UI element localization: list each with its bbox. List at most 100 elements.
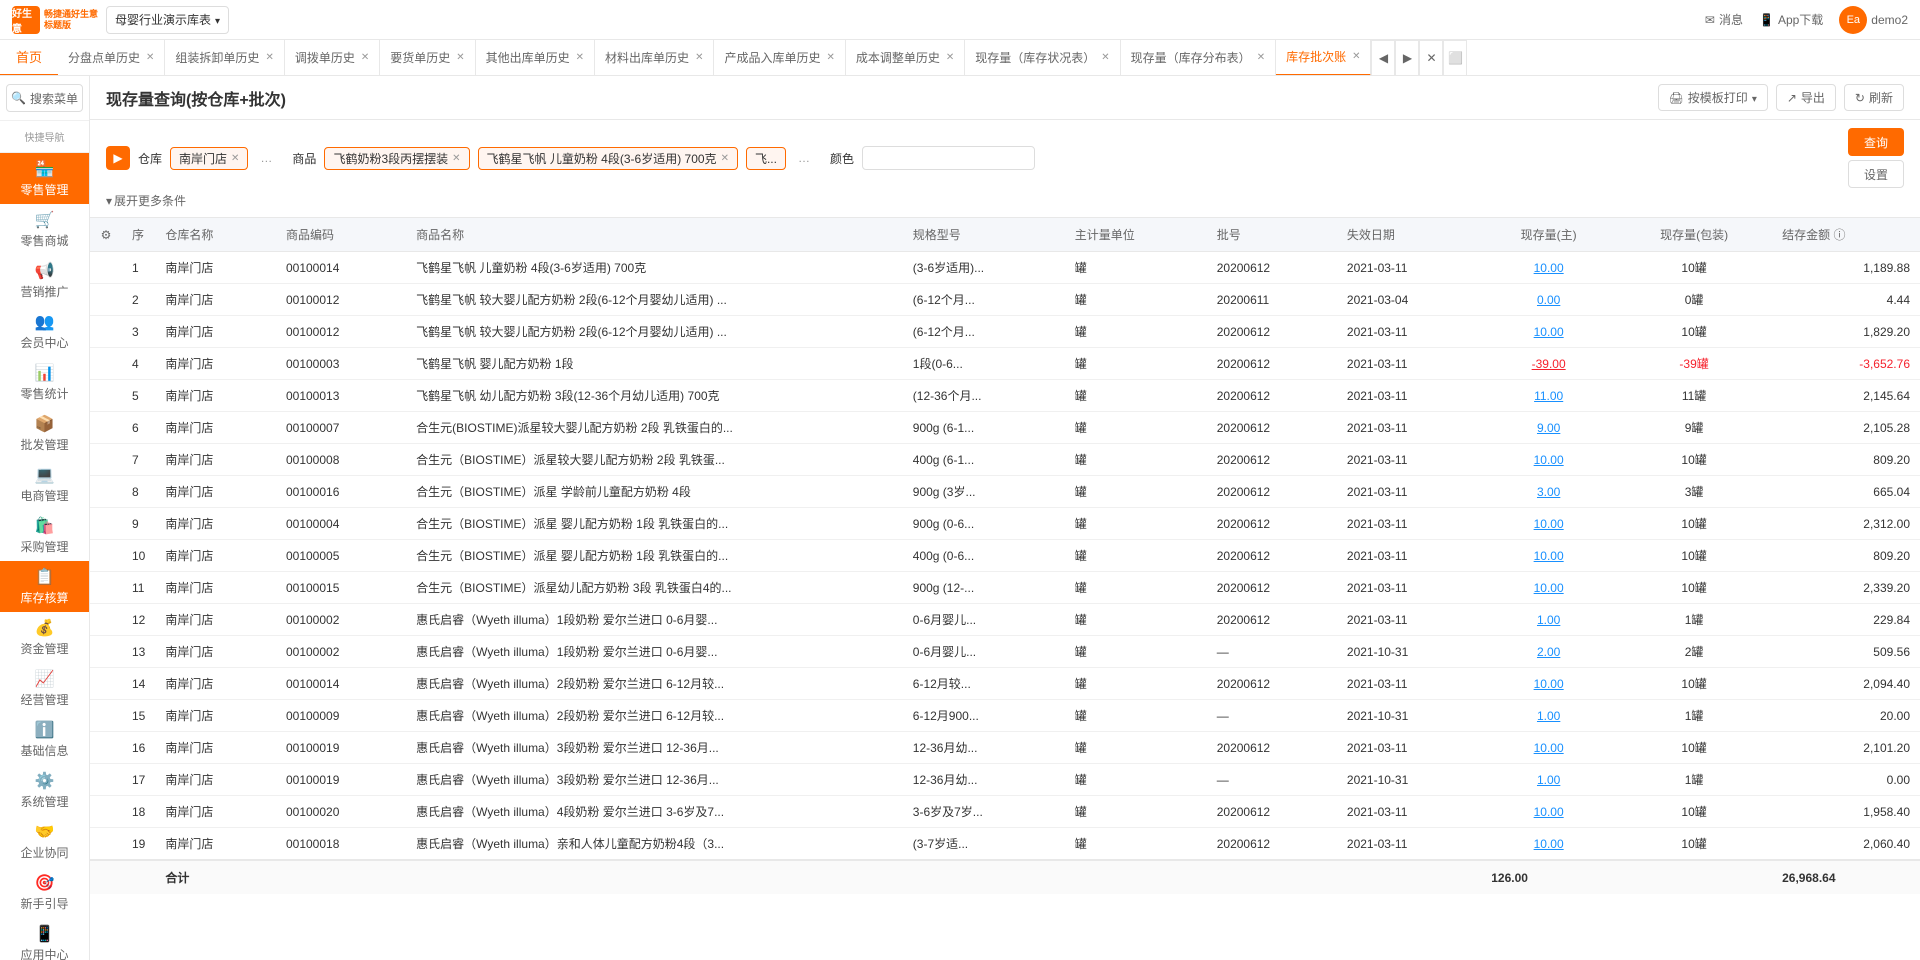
tab-prev-btn[interactable]: ◀ bbox=[1371, 40, 1395, 76]
tab-close-icon[interactable]: ✕ bbox=[265, 52, 273, 63]
tab-close-icon[interactable]: ✕ bbox=[146, 52, 154, 63]
sidebar-item-purchase[interactable]: 🛍️ 采购管理 bbox=[0, 510, 89, 561]
tab-close-icon[interactable]: ✕ bbox=[1352, 51, 1360, 62]
tab-item-diaopo[interactable]: 调拨单历史 ✕ bbox=[285, 40, 380, 76]
row-warehouse: 南岸门店 bbox=[155, 444, 276, 476]
row-qty-main[interactable]: 10.00 bbox=[1481, 444, 1616, 476]
row-qty-main[interactable]: 0.00 bbox=[1481, 284, 1616, 316]
tab-label: 产成品入库单历史 bbox=[724, 49, 820, 66]
row-qty-main[interactable]: 10.00 bbox=[1481, 732, 1616, 764]
sidebar-item-collab[interactable]: 🤝 企业协同 bbox=[0, 816, 89, 867]
message-btn[interactable]: ✉ 消息 bbox=[1705, 11, 1743, 28]
row-settings-cell bbox=[90, 700, 122, 732]
user-area[interactable]: Ea demo2 bbox=[1839, 6, 1908, 34]
tab-close-icon[interactable]: ✕ bbox=[695, 52, 703, 63]
row-qty-main[interactable]: -39.00 bbox=[1481, 348, 1616, 380]
refresh-btn[interactable]: ↻ 刷新 bbox=[1844, 84, 1904, 111]
row-qty-main[interactable]: 9.00 bbox=[1481, 412, 1616, 444]
tab-close-icon[interactable]: ✕ bbox=[456, 52, 464, 63]
row-qty-main[interactable]: 1.00 bbox=[1481, 700, 1616, 732]
export-btn[interactable]: ↗ 导出 bbox=[1776, 84, 1836, 111]
tab-item-zuzhuang[interactable]: 组装拆卸单历史 ✕ bbox=[165, 40, 284, 76]
sidebar-item-marketing[interactable]: 📢 营销推广 bbox=[0, 255, 89, 306]
settings-icon[interactable]: ⚙ bbox=[101, 228, 112, 242]
tab-item-xiancun-fenbu[interactable]: 现存量（库存分布表） ✕ bbox=[1121, 40, 1276, 76]
row-qty-main[interactable]: 3.00 bbox=[1481, 476, 1616, 508]
tab-close-current-btn[interactable]: ✕ bbox=[1419, 40, 1443, 76]
row-unit: 罐 bbox=[1065, 636, 1207, 668]
sidebar-item-inventory[interactable]: 📋 库存核算 bbox=[0, 561, 89, 612]
sidebar-item-ecommerce[interactable]: 💻 电商管理 bbox=[0, 459, 89, 510]
row-qty-main[interactable]: 10.00 bbox=[1481, 668, 1616, 700]
warehouse-tag-close-icon[interactable]: ✕ bbox=[231, 153, 239, 164]
setting-btn[interactable]: 设置 bbox=[1848, 160, 1904, 188]
color-input[interactable] bbox=[862, 146, 1035, 170]
tab-close-icon[interactable]: ✕ bbox=[361, 52, 369, 63]
row-qty-main[interactable]: 2.00 bbox=[1481, 636, 1616, 668]
sidebar-item-wholesale[interactable]: 📦 批发管理 bbox=[0, 408, 89, 459]
tab-close-icon[interactable]: ✕ bbox=[826, 52, 834, 63]
print-icon: 🖨 bbox=[1669, 91, 1684, 105]
template-print-btn[interactable]: 🖨 按模板打印 bbox=[1658, 84, 1768, 111]
row-qty-pack: 1罐 bbox=[1616, 604, 1772, 636]
product-filter-tag-1[interactable]: 飞鹤奶粉3段丙摆摆装 ✕ bbox=[324, 147, 469, 170]
company-selector[interactable]: 母婴行业演示库表 bbox=[106, 6, 229, 34]
row-settings-cell bbox=[90, 732, 122, 764]
tab-next-btn[interactable]: ▶ bbox=[1395, 40, 1419, 76]
sidebar-item-member[interactable]: 👥 会员中心 bbox=[0, 306, 89, 357]
row-qty-main[interactable]: 10.00 bbox=[1481, 508, 1616, 540]
row-qty-main[interactable]: 10.00 bbox=[1481, 572, 1616, 604]
sidebar-item-newguide[interactable]: 🎯 新手引导 bbox=[0, 867, 89, 918]
tab-home[interactable]: 首页 bbox=[0, 40, 58, 76]
row-no: 6 bbox=[122, 412, 155, 444]
warehouse-more-icon[interactable]: … bbox=[256, 151, 276, 165]
tab-item-qita[interactable]: 其他出库单历史 ✕ bbox=[476, 40, 595, 76]
sidebar-item-appcenter[interactable]: 📱 应用中心 bbox=[0, 918, 89, 960]
row-qty-main[interactable]: 1.00 bbox=[1481, 604, 1616, 636]
product-tag-close-icon-2[interactable]: ✕ bbox=[721, 153, 729, 164]
sidebar-item-system[interactable]: ⚙️ 系统管理 bbox=[0, 765, 89, 816]
col-product-name: 商品名称 bbox=[406, 218, 903, 252]
tab-close-icon[interactable]: ✕ bbox=[576, 52, 584, 63]
row-batch: 20200612 bbox=[1207, 252, 1337, 284]
row-qty-main[interactable]: 10.00 bbox=[1481, 252, 1616, 284]
tab-item-chanpin[interactable]: 产成品入库单历史 ✕ bbox=[714, 40, 845, 76]
tab-maximize-btn[interactable]: ⬜ bbox=[1443, 40, 1467, 76]
sidebar-item-retail[interactable]: 🏪 零售管理 bbox=[0, 153, 89, 204]
tab-close-icon[interactable]: ✕ bbox=[946, 52, 954, 63]
product-filter-tag-2[interactable]: 飞鹤星飞帆 儿童奶粉 4段(3-6岁适用) 700克 ✕ bbox=[478, 147, 738, 170]
row-qty-main[interactable]: 10.00 bbox=[1481, 796, 1616, 828]
product-tag-close-icon-1[interactable]: ✕ bbox=[452, 153, 460, 164]
sidebar-item-retail-stats[interactable]: 📊 零售统计 bbox=[0, 357, 89, 408]
row-batch: 20200612 bbox=[1207, 796, 1337, 828]
tab-item-cailiao[interactable]: 材料出库单历史 ✕ bbox=[595, 40, 714, 76]
row-product-code: 00100019 bbox=[276, 764, 406, 796]
row-product-code: 00100002 bbox=[276, 636, 406, 668]
product-more-icon[interactable]: … bbox=[794, 151, 814, 165]
query-btn[interactable]: 查询 bbox=[1848, 128, 1904, 156]
warehouse-filter-tag[interactable]: 南岸门店 ✕ bbox=[170, 147, 248, 170]
filter-toggle-btn[interactable]: ▶ bbox=[106, 146, 130, 170]
app-download-btn[interactable]: 📱 App下载 bbox=[1759, 11, 1823, 28]
tab-close-icon[interactable]: ✕ bbox=[1257, 52, 1265, 63]
row-spec: 1段(0-6... bbox=[903, 348, 1065, 380]
tab-item-kucun-pici[interactable]: 库存批次账 ✕ bbox=[1276, 40, 1371, 76]
row-qty-main[interactable]: 10.00 bbox=[1481, 540, 1616, 572]
row-qty-main[interactable]: 10.00 bbox=[1481, 316, 1616, 348]
sidebar-item-finance[interactable]: 💰 资金管理 bbox=[0, 612, 89, 663]
expand-filter-btn[interactable]: ▾ 展开更多条件 bbox=[106, 192, 1904, 209]
row-no: 14 bbox=[122, 668, 155, 700]
row-qty-main[interactable]: 1.00 bbox=[1481, 764, 1616, 796]
tab-item-fenpan[interactable]: 分盘点单历史 ✕ bbox=[58, 40, 165, 76]
sidebar-item-operations[interactable]: 📈 经营管理 bbox=[0, 663, 89, 714]
sidebar-item-mall[interactable]: 🛒 零售商城 bbox=[0, 204, 89, 255]
tab-item-chengben[interactable]: 成本调整单历史 ✕ bbox=[846, 40, 965, 76]
tab-close-icon[interactable]: ✕ bbox=[1101, 52, 1109, 63]
sidebar-item-basic[interactable]: ℹ️ 基础信息 bbox=[0, 714, 89, 765]
tab-item-yaohuo[interactable]: 要货单历史 ✕ bbox=[380, 40, 475, 76]
row-qty-main[interactable]: 11.00 bbox=[1481, 380, 1616, 412]
row-qty-main[interactable]: 10.00 bbox=[1481, 828, 1616, 861]
search-menu-btn[interactable]: 🔍 搜索菜单 bbox=[6, 84, 83, 112]
tab-item-xiancun-kucun[interactable]: 现存量（库存状况表） ✕ bbox=[965, 40, 1120, 76]
product-filter-tag-3[interactable]: 飞... bbox=[746, 147, 786, 170]
